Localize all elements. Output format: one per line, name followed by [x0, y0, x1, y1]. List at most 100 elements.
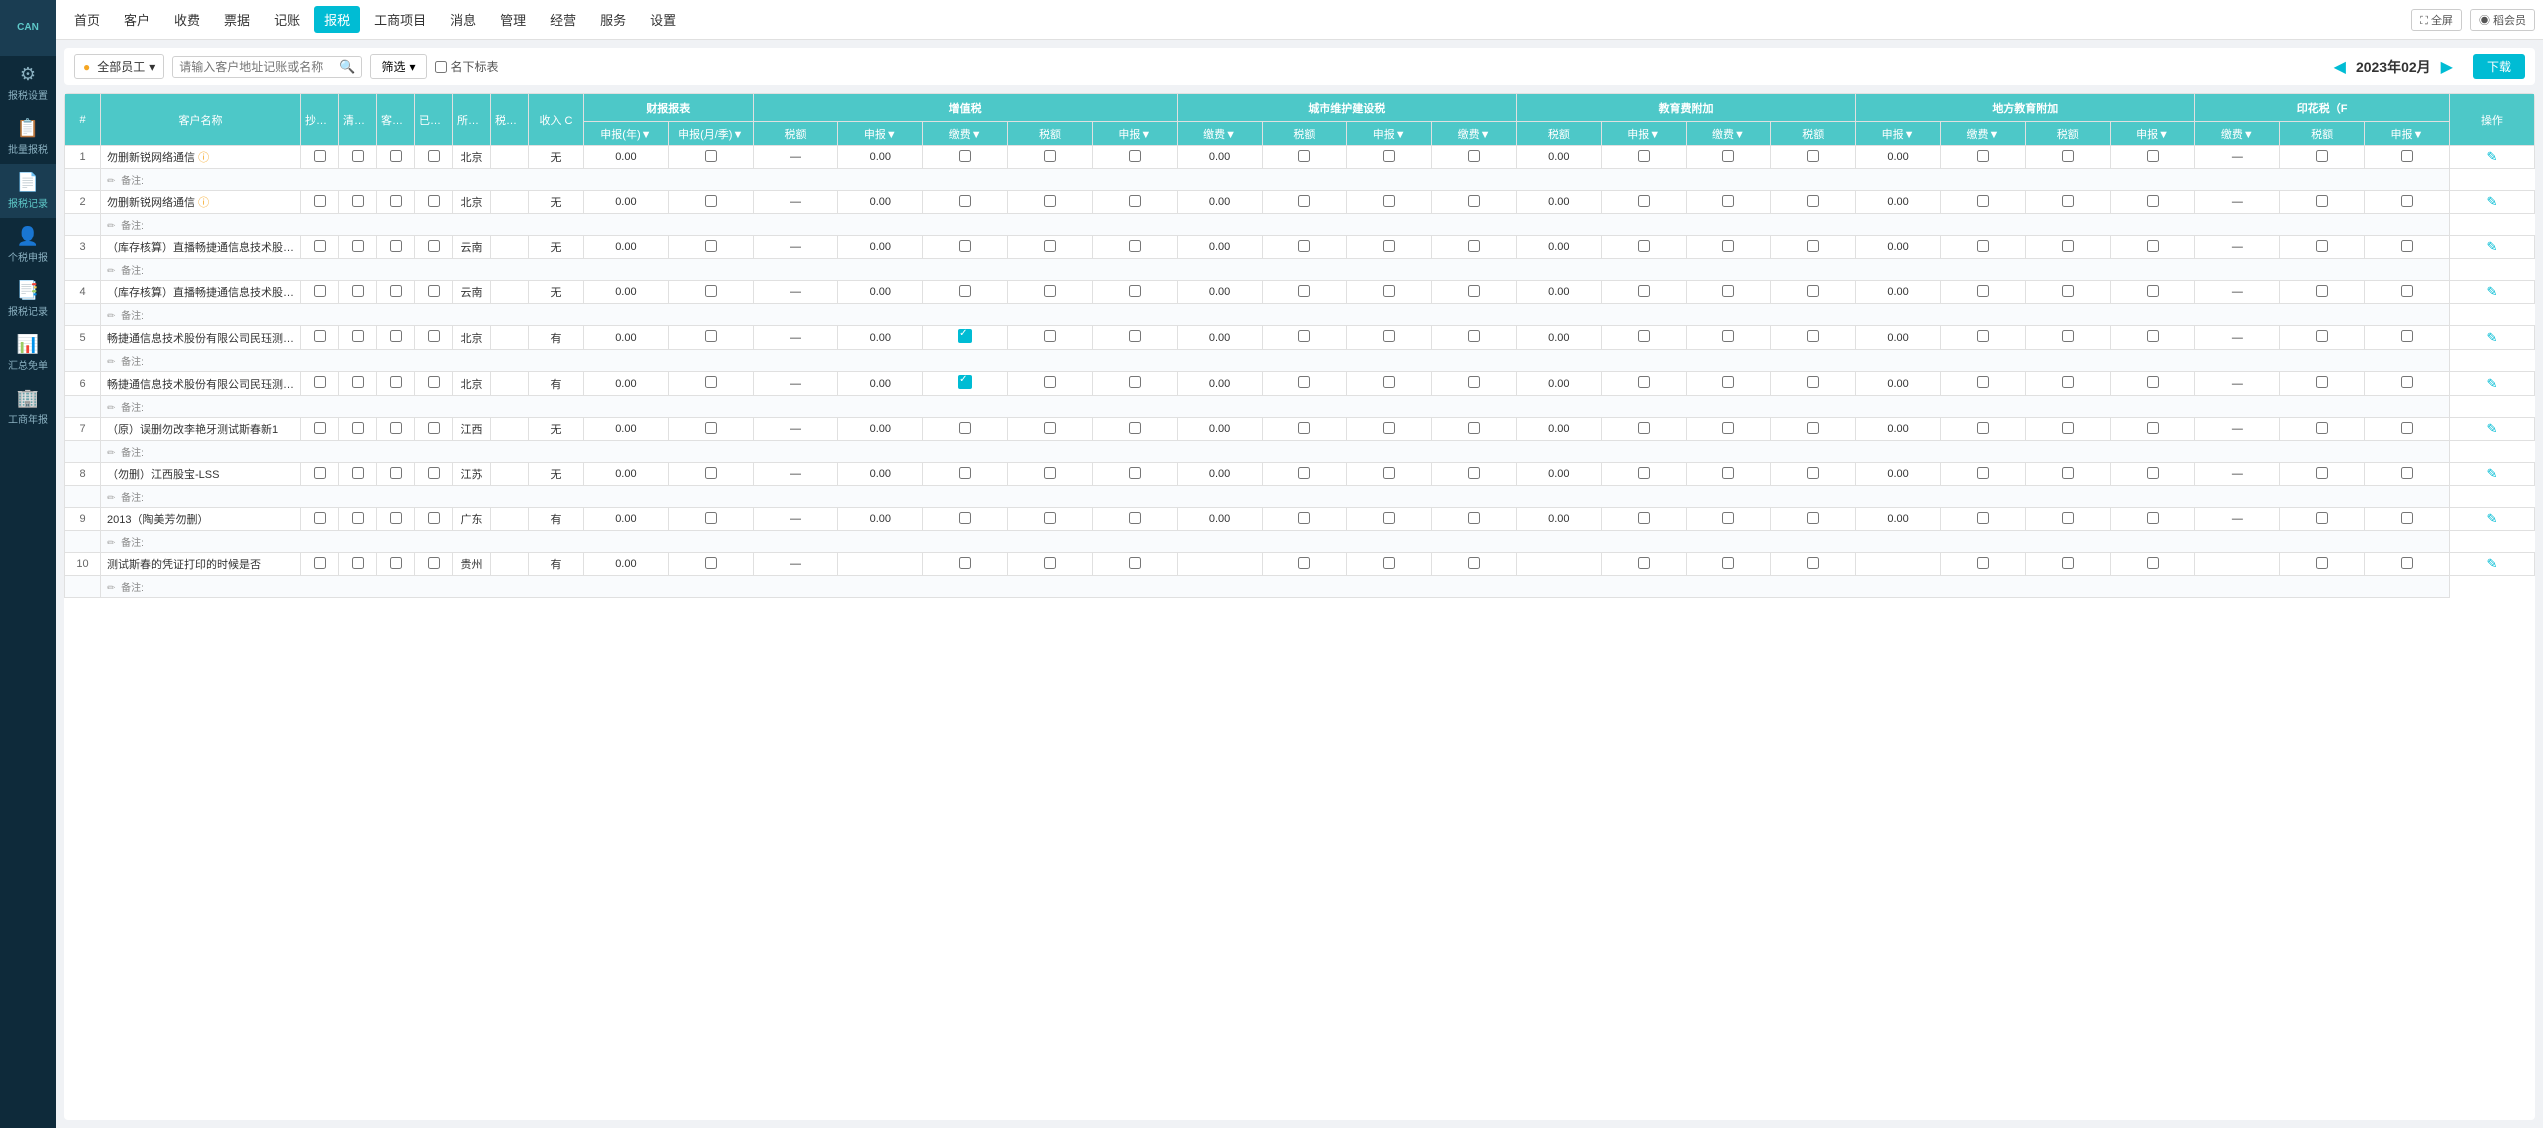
zz-checkbox3[interactable]	[1129, 512, 1141, 524]
jy-checkbox3[interactable]	[1807, 195, 1819, 207]
nav-item-fuwu[interactable]: 服务	[590, 6, 636, 33]
cs-checkbox2[interactable]	[1383, 557, 1395, 569]
df-checkbox2[interactable]	[2062, 150, 2074, 162]
fullscreen-button[interactable]: ⛶ 全屏	[2411, 9, 2462, 31]
cs-checkbox2[interactable]	[1383, 376, 1395, 388]
jy-checkbox1[interactable]	[1638, 240, 1650, 252]
jy-checkbox1[interactable]	[1638, 467, 1650, 479]
df-checkbox3[interactable]	[2147, 512, 2159, 524]
zz-checkbox3[interactable]	[1129, 240, 1141, 252]
edit-icon[interactable]: ✎	[2486, 466, 2497, 481]
qingka-checkbox[interactable]	[352, 422, 364, 434]
cs-checkbox2[interactable]	[1383, 150, 1395, 162]
df-checkbox2[interactable]	[2062, 376, 2074, 388]
employee-filter-select[interactable]: ● 全部员工 ▾	[74, 54, 164, 79]
df-checkbox1[interactable]	[1977, 150, 1989, 162]
cs-checkbox3[interactable]	[1468, 150, 1480, 162]
nav-item-jizhi[interactable]: 记账	[264, 6, 310, 33]
cs-checkbox2[interactable]	[1383, 240, 1395, 252]
jy-checkbox1[interactable]	[1638, 285, 1650, 297]
df-checkbox2[interactable]	[2062, 467, 2074, 479]
jy-checkbox3[interactable]	[1807, 512, 1819, 524]
yh-checkbox2[interactable]	[2401, 557, 2413, 569]
cs-checkbox3[interactable]	[1468, 240, 1480, 252]
jy-checkbox2[interactable]	[1722, 150, 1734, 162]
qingka-checkbox[interactable]	[352, 512, 364, 524]
jy-checkbox3[interactable]	[1807, 376, 1819, 388]
cs-checkbox1[interactable]	[1298, 376, 1310, 388]
qingka-checkbox[interactable]	[352, 330, 364, 342]
wanshui-checkbox[interactable]	[428, 285, 440, 297]
chaoshui-checkbox[interactable]	[314, 195, 326, 207]
cs-checkbox2[interactable]	[1383, 285, 1395, 297]
zz-checkbox3[interactable]	[1129, 422, 1141, 434]
qingka-checkbox[interactable]	[352, 376, 364, 388]
jy-checkbox3[interactable]	[1807, 467, 1819, 479]
df-checkbox1[interactable]	[1977, 376, 1989, 388]
yh-checkbox1[interactable]	[2316, 195, 2328, 207]
cs-checkbox2[interactable]	[1383, 195, 1395, 207]
nav-item-xiaoxi[interactable]: 消息	[440, 6, 486, 33]
cs-checkbox1[interactable]	[1298, 285, 1310, 297]
df-checkbox1[interactable]	[1977, 467, 1989, 479]
yh-checkbox1[interactable]	[2316, 240, 2328, 252]
sidebar-item-gonghang-nianbao[interactable]: 🏢 工商年报	[0, 380, 56, 434]
zz-checkbox[interactable]	[959, 150, 971, 162]
qingka-checkbox[interactable]	[352, 557, 364, 569]
cs-checkbox3[interactable]	[1468, 467, 1480, 479]
yh-checkbox1[interactable]	[2316, 467, 2328, 479]
cs-checkbox3[interactable]	[1468, 557, 1480, 569]
jy-checkbox1[interactable]	[1638, 330, 1650, 342]
cs-checkbox1[interactable]	[1298, 240, 1310, 252]
df-checkbox1[interactable]	[1977, 512, 1989, 524]
cs-checkbox3[interactable]	[1468, 422, 1480, 434]
zz-checkbox[interactable]	[959, 467, 971, 479]
df-checkbox1[interactable]	[1977, 330, 1989, 342]
jy-checkbox2[interactable]	[1722, 195, 1734, 207]
chaoshui-checkbox[interactable]	[314, 240, 326, 252]
yh-checkbox1[interactable]	[2316, 285, 2328, 297]
jy-checkbox2[interactable]	[1722, 557, 1734, 569]
cs-checkbox3[interactable]	[1468, 330, 1480, 342]
prev-date-button[interactable]: ◀	[2330, 55, 2350, 79]
zz-checkbox2[interactable]	[1044, 150, 1056, 162]
queren-checkbox[interactable]	[390, 330, 402, 342]
wanshui-checkbox[interactable]	[428, 195, 440, 207]
queren-checkbox[interactable]	[390, 557, 402, 569]
jy-checkbox1[interactable]	[1638, 195, 1650, 207]
cs-checkbox3[interactable]	[1468, 285, 1480, 297]
jy-checkbox1[interactable]	[1638, 150, 1650, 162]
nav-item-shoufei[interactable]: 收费	[164, 6, 210, 33]
edit-icon[interactable]: ✎	[2486, 511, 2497, 526]
yh-checkbox1[interactable]	[2316, 330, 2328, 342]
yh-checkbox2[interactable]	[2401, 467, 2413, 479]
download-button[interactable]: 下载	[2473, 54, 2525, 79]
jy-checkbox1[interactable]	[1638, 376, 1650, 388]
qingka-checkbox[interactable]	[352, 240, 364, 252]
nav-item-jingying[interactable]: 经营	[540, 6, 586, 33]
chaoshui-checkbox[interactable]	[314, 422, 326, 434]
df-checkbox3[interactable]	[2147, 195, 2159, 207]
queren-checkbox[interactable]	[390, 467, 402, 479]
zz-checkbox[interactable]	[959, 512, 971, 524]
zz-checkbox3[interactable]	[1129, 285, 1141, 297]
df-checkbox3[interactable]	[2147, 422, 2159, 434]
jy-checkbox2[interactable]	[1722, 422, 1734, 434]
zz-checkbox2[interactable]	[1044, 240, 1056, 252]
sidebar-item-huizong-miandan[interactable]: 📊 汇总免单	[0, 326, 56, 380]
jy-checkbox3[interactable]	[1807, 285, 1819, 297]
wanshui-checkbox[interactable]	[428, 240, 440, 252]
sidebar-item-baoshui-jilu2[interactable]: 📑 报税记录	[0, 272, 56, 326]
named-list-checkbox[interactable]	[435, 61, 447, 73]
cs-checkbox1[interactable]	[1298, 467, 1310, 479]
yh-checkbox2[interactable]	[2401, 422, 2413, 434]
cs-checkbox1[interactable]	[1298, 512, 1310, 524]
df-checkbox1[interactable]	[1977, 285, 1989, 297]
cs-checkbox2[interactable]	[1383, 512, 1395, 524]
jy-checkbox3[interactable]	[1807, 557, 1819, 569]
zz-checkbox3[interactable]	[1129, 467, 1141, 479]
jy-checkbox1[interactable]	[1638, 422, 1650, 434]
df-checkbox2[interactable]	[2062, 422, 2074, 434]
chaoshui-checkbox[interactable]	[314, 512, 326, 524]
qingka-checkbox[interactable]	[352, 195, 364, 207]
